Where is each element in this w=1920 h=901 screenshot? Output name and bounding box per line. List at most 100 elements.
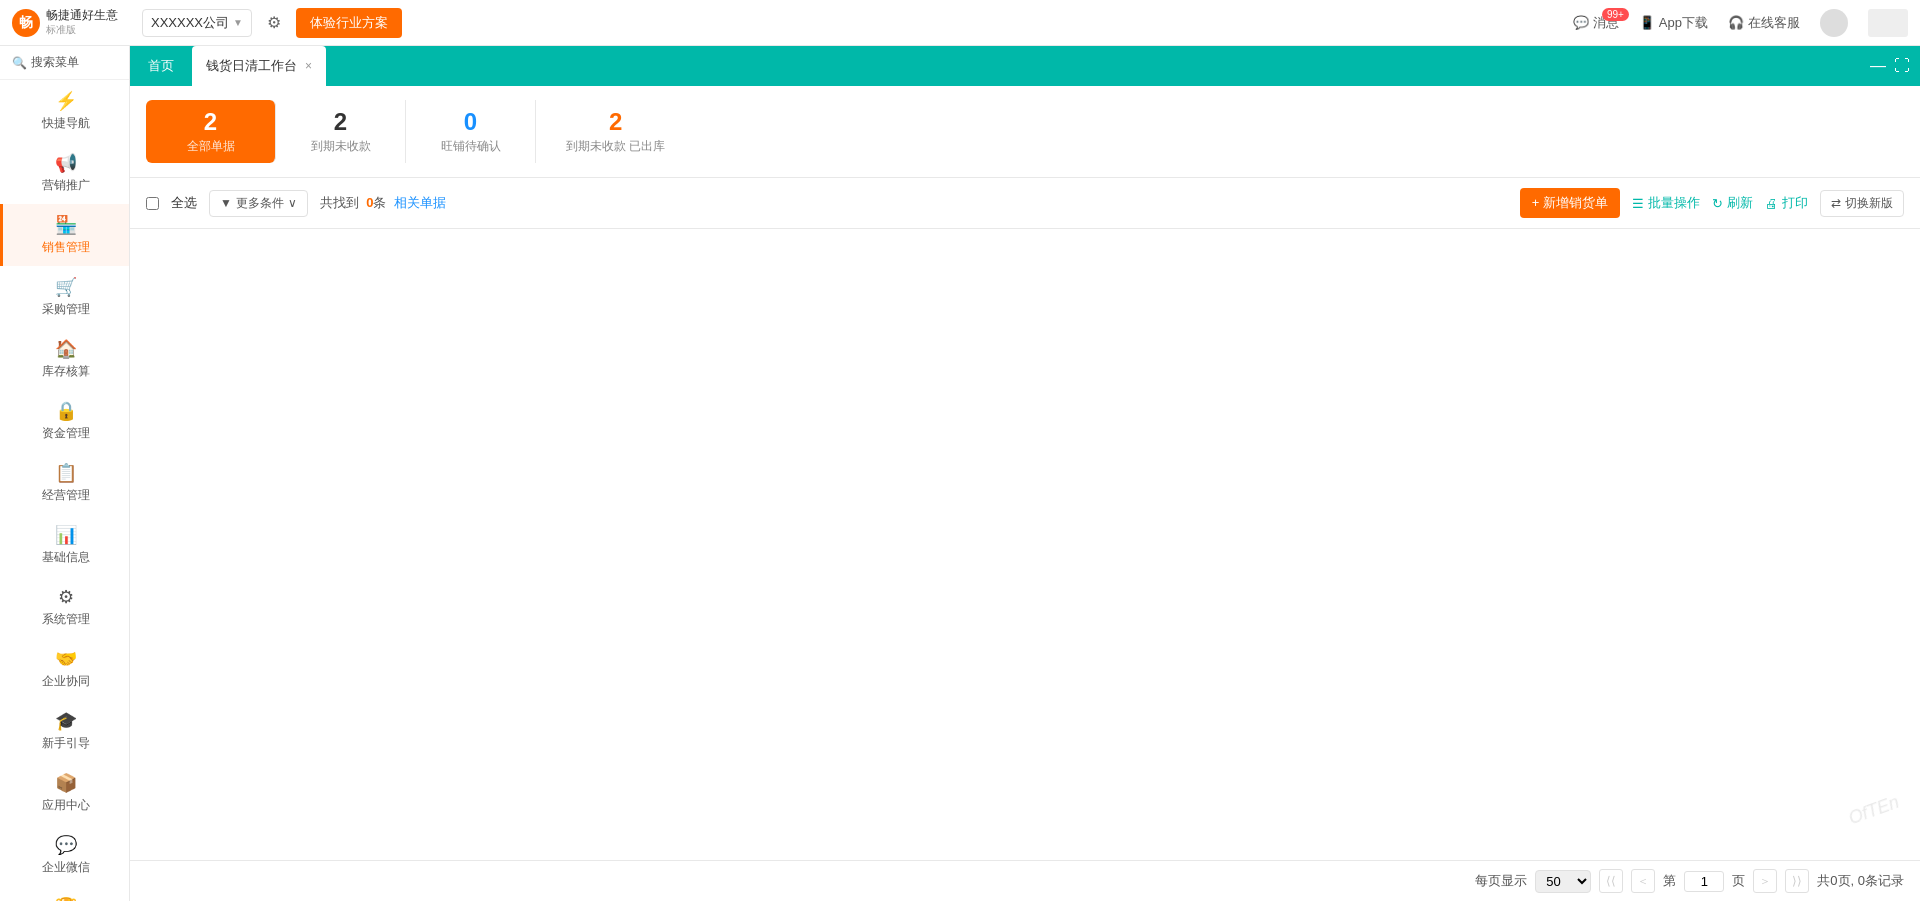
logo-icon: 畅 — [12, 9, 40, 37]
search-menu-button[interactable]: 🔍 搜索菜单 — [0, 46, 129, 80]
print-label: 打印 — [1782, 194, 1808, 212]
stat-card-wangpu[interactable]: 0 旺铺待确认 — [406, 100, 536, 163]
sidebar-item-label: 基础信息 — [42, 549, 90, 566]
inventory-icon: 🏠 — [55, 338, 77, 360]
message-button[interactable]: 💬 消息 99+ — [1573, 14, 1619, 32]
sidebar-item-inventory[interactable]: 🏠 库存核算 — [0, 328, 129, 390]
sidebar-item-label: 企业协同 — [42, 673, 90, 690]
toolbar: 全选 ▼ 更多条件 ∨ 共找到 0条 相关单据 + 新增销货单 — [130, 178, 1920, 229]
sidebar: 🔍 搜索菜单 ⚡ 快捷导航 📢 营销推广 🏪 销售管理 🛒 采购管理 🏠 库存核… — [0, 46, 130, 901]
sales-icon: 🏪 — [55, 214, 77, 236]
company-name: XXXXXX公司 — [151, 14, 229, 32]
service-icon: 🎧 — [1728, 15, 1744, 30]
operations-icon: 📋 — [55, 462, 77, 484]
sidebar-item-app-center[interactable]: 📦 应用中心 — [0, 762, 129, 824]
sidebar-item-member[interactable]: 🏆 畅会员 — [0, 886, 129, 901]
prev-page-button[interactable]: ＜ — [1631, 869, 1655, 893]
sidebar-item-marketing[interactable]: 📢 营销推广 — [0, 142, 129, 204]
stat-num-wangpu: 0 — [464, 108, 477, 136]
window-minimize-icon[interactable]: — — [1870, 57, 1886, 75]
avatar[interactable] — [1820, 9, 1848, 37]
industry-button[interactable]: 体验行业方案 — [296, 8, 402, 38]
online-service-label: 在线客服 — [1748, 14, 1800, 32]
search-menu-label: 搜索菜单 — [31, 54, 79, 71]
stats-row: 2 全部单据 2 到期未收款 0 旺铺待确认 2 到期未收款 已出库 — [130, 86, 1920, 178]
sidebar-item-quick-nav[interactable]: ⚡ 快捷导航 — [0, 80, 129, 142]
next-page-button[interactable]: ＞ — [1753, 869, 1777, 893]
window-restore-icon[interactable]: ⛶ — [1894, 57, 1910, 75]
page-number-input[interactable] — [1684, 871, 1724, 892]
enterprise-icon: 🤝 — [55, 648, 77, 670]
basic-info-icon: 📊 — [55, 524, 77, 546]
refresh-button[interactable]: ↻ 刷新 — [1712, 194, 1753, 212]
sidebar-item-finance[interactable]: 🔒 资金管理 — [0, 390, 129, 452]
per-page-label: 每页显示 — [1475, 872, 1527, 890]
select-all-checkbox[interactable] — [146, 197, 159, 210]
message-badge: 99+ — [1602, 8, 1629, 21]
filter-button[interactable]: ▼ 更多条件 ∨ — [209, 190, 308, 217]
chevron-down-icon: ∨ — [288, 196, 297, 210]
last-page-button[interactable]: ⟩⟩ — [1785, 869, 1809, 893]
user-name-area[interactable] — [1868, 9, 1908, 37]
refresh-icon: ↻ — [1712, 196, 1723, 211]
stat-card-overdue[interactable]: 2 到期未收款 — [276, 100, 406, 163]
switch-label: 切换新版 — [1845, 195, 1893, 212]
batch-icon: ☰ — [1632, 196, 1644, 211]
chevron-down-icon: ▼ — [233, 17, 243, 28]
sidebar-item-system[interactable]: ⚙ 系统管理 — [0, 576, 129, 638]
stat-label-overdue: 到期未收款 — [311, 138, 371, 155]
sidebar-item-label: 库存核算 — [42, 363, 90, 380]
stat-card-all[interactable]: 2 全部单据 — [146, 100, 276, 163]
tab-active-workbench[interactable]: 钱货日清工作台 × — [192, 46, 326, 86]
company-selector[interactable]: XXXXXX公司 ▼ — [142, 9, 252, 37]
switch-version-button[interactable]: ⇄ 切换新版 — [1820, 190, 1904, 217]
sidebar-item-operations[interactable]: 📋 经营管理 — [0, 452, 129, 514]
sidebar-item-guide[interactable]: 🎓 新手引导 — [0, 700, 129, 762]
finance-icon: 🔒 — [55, 400, 77, 422]
sidebar-item-label: 营销推广 — [42, 177, 90, 194]
table-area — [130, 229, 1920, 860]
guide-icon: 🎓 — [55, 710, 77, 732]
per-page-select[interactable]: 50 20 100 — [1535, 870, 1591, 893]
filter-icon: ▼ — [220, 196, 232, 210]
sidebar-item-label: 应用中心 — [42, 797, 90, 814]
refresh-label: 刷新 — [1727, 194, 1753, 212]
first-page-button[interactable]: ⟨⟨ — [1599, 869, 1623, 893]
stat-num-shipped: 2 — [609, 108, 622, 136]
pagination-footer: 每页显示 50 20 100 ⟨⟨ ＜ 第 页 ＞ ⟩⟩ 共0页, 0条记录 — [130, 860, 1920, 901]
stat-num-overdue: 2 — [334, 108, 347, 136]
app-download-button[interactable]: 📱 App下载 — [1639, 14, 1708, 32]
stat-label-shipped: 到期未收款 已出库 — [566, 138, 665, 155]
sidebar-item-purchase[interactable]: 🛒 采购管理 — [0, 266, 129, 328]
purchase-icon: 🛒 — [55, 276, 77, 298]
batch-operation-button[interactable]: ☰ 批量操作 — [1632, 194, 1700, 212]
marketing-icon: 📢 — [55, 152, 77, 174]
app-center-icon: 📦 — [55, 772, 77, 794]
sidebar-item-sales[interactable]: 🏪 销售管理 — [0, 204, 129, 266]
sidebar-item-basic-info[interactable]: 📊 基础信息 — [0, 514, 129, 576]
stat-card-shipped[interactable]: 2 到期未收款 已出库 — [536, 100, 695, 163]
sidebar-item-label: 资金管理 — [42, 425, 90, 442]
quick-nav-icon: ⚡ — [55, 90, 77, 112]
sidebar-item-label: 新手引导 — [42, 735, 90, 752]
download-icon: 📱 — [1639, 15, 1655, 30]
enterprise-wx-icon: 💬 — [55, 834, 77, 856]
app-download-label: App下载 — [1659, 14, 1708, 32]
member-icon: 🏆 — [55, 896, 77, 901]
settings-button[interactable]: ⚙ — [260, 9, 288, 37]
sidebar-item-label: 快捷导航 — [42, 115, 90, 132]
switch-icon: ⇄ — [1831, 196, 1841, 210]
logo-text: 畅捷通好生意 — [46, 8, 118, 24]
sidebar-item-enterprise[interactable]: 🤝 企业协同 — [0, 638, 129, 700]
tab-close-icon[interactable]: × — [305, 59, 312, 73]
online-service-button[interactable]: 🎧 在线客服 — [1728, 14, 1800, 32]
tab-home[interactable]: 首页 — [130, 46, 192, 86]
content-area: 首页 钱货日清工作台 × — ⛶ 2 全部单据 2 到期未收款 — [130, 46, 1920, 901]
related-orders-link[interactable]: 相关单据 — [394, 195, 446, 210]
add-order-button[interactable]: + 新增销货单 — [1520, 188, 1620, 218]
sidebar-item-enterprise-wx[interactable]: 💬 企业微信 — [0, 824, 129, 886]
stat-label-wangpu: 旺铺待确认 — [441, 138, 501, 155]
print-button[interactable]: 🖨 打印 — [1765, 194, 1808, 212]
sidebar-item-label: 采购管理 — [42, 301, 90, 318]
filter-label: 更多条件 — [236, 195, 284, 212]
